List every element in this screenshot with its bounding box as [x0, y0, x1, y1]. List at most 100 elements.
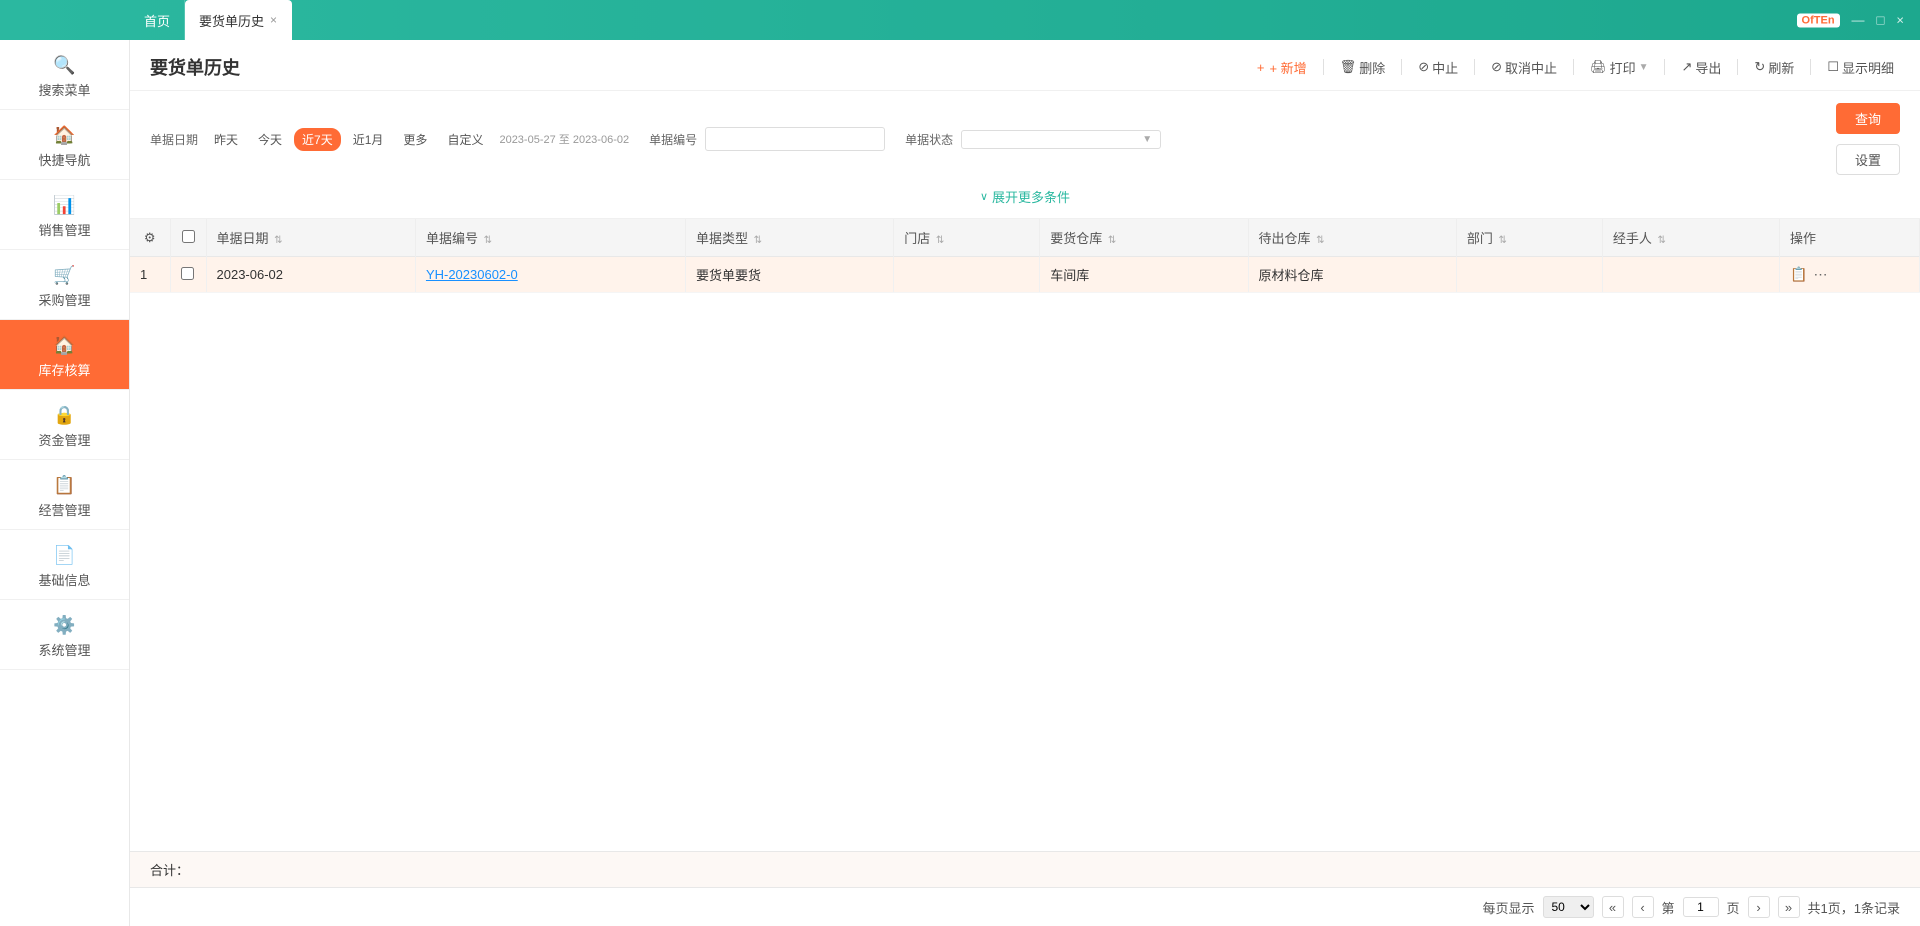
th-actions: 操作 [1780, 219, 1920, 257]
doc-icon: 📄 [54, 544, 76, 566]
th-pending-warehouse[interactable]: 待出仓库 ⇅ [1248, 219, 1456, 257]
status-label: 单据状态 [905, 131, 953, 148]
sidebar-item-search-menu[interactable]: 🔍 搜索菜单 [0, 40, 129, 110]
search-menu-icon: 🔍 [54, 54, 76, 76]
sidebar-item-purchase-mgmt[interactable]: 🛒 采购管理 [0, 250, 129, 320]
sort-icon-doc-type: ⇅ [754, 235, 762, 246]
status-select[interactable]: ▼ [961, 130, 1161, 149]
tab-close-icon[interactable]: × [270, 13, 277, 27]
stop-button[interactable]: ⊘ 中止 [1412, 55, 1464, 80]
td-actions: 📋 ⋯ [1780, 257, 1920, 293]
page-suffix-label: 页 [1727, 898, 1740, 917]
row-checkbox[interactable] [181, 267, 194, 280]
sidebar-item-system-mgmt[interactable]: ⚙️ 系统管理 [0, 600, 129, 670]
toolbar: + + 新增 🗑 删除 ⊘ 中止 ⊘ 取消中止 [1251, 55, 1900, 80]
doc-no-link[interactable]: YH-20230602-0 [426, 267, 518, 282]
filter-row-1: 单据日期 昨天 今天 近7天 近1月 更多 自定义 2023-05-27 至 2… [150, 103, 1900, 175]
sort-icon-dept: ⇅ [1498, 235, 1506, 246]
td-num: 1 [130, 257, 170, 293]
export-icon: ↗ [1681, 59, 1692, 75]
table-footer: 合计： [130, 851, 1920, 887]
date-buttons: 昨天 今天 近7天 近1月 更多 自定义 [206, 128, 491, 151]
delete-button[interactable]: 🗑 删除 [1334, 55, 1392, 80]
minimize-icon[interactable]: — [1852, 13, 1865, 28]
summary-label: 合计： [150, 863, 189, 878]
th-doc-no[interactable]: 单据编号 ⇅ [415, 219, 685, 257]
toolbar-divider-1 [1323, 59, 1324, 75]
expand-more-button[interactable]: ∨ 展开更多条件 [150, 183, 1900, 210]
td-pending-warehouse: 原材料仓库 [1248, 257, 1456, 293]
refresh-button[interactable]: ↻ 刷新 [1748, 55, 1800, 80]
print-dropdown-icon: ▼ [1639, 62, 1649, 73]
th-handler[interactable]: 经手人 ⇅ [1602, 219, 1779, 257]
filter-area: 单据日期 昨天 今天 近7天 近1月 更多 自定义 2023-05-27 至 2… [130, 91, 1920, 219]
refresh-icon: ↻ [1754, 59, 1765, 75]
th-doc-date[interactable]: 单据日期 ⇅ [206, 219, 415, 257]
next-page-button[interactable]: › [1748, 896, 1770, 918]
docno-label: 单据编号 [649, 131, 697, 148]
show-detail-button[interactable]: ☐ 显示明细 [1821, 55, 1900, 80]
date-btn-7days[interactable]: 近7天 [294, 128, 341, 151]
td-doc-no[interactable]: YH-20230602-0 [415, 257, 685, 293]
total-info: 共1页，1条记录 [1808, 898, 1900, 917]
td-req-warehouse: 车间库 [1040, 257, 1248, 293]
th-dept[interactable]: 部门 ⇅ [1456, 219, 1602, 257]
th-store[interactable]: 门店 ⇅ [894, 219, 1040, 257]
last-page-button[interactable]: » [1778, 896, 1800, 918]
data-table: ⚙ 单据日期 ⇅ 单据编号 ⇅ 单据类型 ⇅ 门店 ⇅ 要货仓库 ⇅ 待出仓库 … [130, 219, 1920, 293]
page-prefix-label: 第 [1662, 898, 1675, 917]
toolbar-divider-2 [1401, 59, 1402, 75]
prev-page-button[interactable]: ‹ [1632, 896, 1654, 918]
page-header: 要货单历史 + + 新增 🗑 删除 ⊘ 中止 ⊘ [130, 40, 1920, 91]
docno-filter-group: 单据编号 [649, 127, 885, 151]
date-btn-yesterday[interactable]: 昨天 [206, 128, 246, 151]
first-page-button[interactable]: « [1602, 896, 1624, 918]
query-button[interactable]: 查询 [1836, 103, 1900, 134]
ops-icon: 📋 [54, 474, 76, 496]
print-button[interactable]: 🖨 打印 ▼ [1584, 55, 1654, 80]
sort-icon-doc-no: ⇅ [484, 235, 492, 246]
sidebar: 🔍 搜索菜单 🏠 快捷导航 📊 销售管理 🛒 采购管理 🏠 库存核算 🔒 资金管… [0, 40, 130, 926]
sidebar-item-sales-mgmt[interactable]: 📊 销售管理 [0, 180, 129, 250]
date-btn-custom[interactable]: 自定义 [439, 128, 491, 151]
th-req-warehouse[interactable]: 要货仓库 ⇅ [1040, 219, 1248, 257]
close-window-icon[interactable]: × [1896, 13, 1904, 28]
top-bar-right: OfTEn — □ × [1797, 13, 1904, 28]
tab-requisition-history[interactable]: 要货单历史 × [185, 0, 292, 40]
tab-home[interactable]: 首页 [130, 0, 185, 40]
td-doc-type: 要货单要货 [685, 257, 893, 293]
td-checkbox[interactable] [170, 257, 206, 293]
th-settings[interactable]: ⚙ [130, 219, 170, 257]
sidebar-item-inventory[interactable]: 🏠 库存核算 [0, 320, 129, 390]
cancel-stop-button[interactable]: ⊘ 取消中止 [1485, 55, 1563, 80]
add-icon: + [1257, 60, 1265, 75]
sidebar-item-fund-mgmt[interactable]: 🔒 资金管理 [0, 390, 129, 460]
page-number-input[interactable] [1683, 897, 1719, 917]
sidebar-item-basic-info[interactable]: 📄 基础信息 [0, 530, 129, 600]
home-icon: 🏠 [54, 124, 76, 146]
th-doc-type[interactable]: 单据类型 ⇅ [685, 219, 893, 257]
per-page-select[interactable]: 50 100 200 [1543, 896, 1594, 918]
date-filter-label: 单据日期 [150, 131, 198, 148]
maximize-icon[interactable]: □ [1877, 13, 1885, 28]
table-header-row: ⚙ 单据日期 ⇅ 单据编号 ⇅ 单据类型 ⇅ 门店 ⇅ 要货仓库 ⇅ 待出仓库 … [130, 219, 1920, 257]
page-title: 要货单历史 [150, 54, 240, 80]
docno-input[interactable] [705, 127, 885, 151]
sidebar-item-quick-nav[interactable]: 🏠 快捷导航 [0, 110, 129, 180]
select-all-checkbox[interactable] [182, 230, 195, 243]
setting-button[interactable]: 设置 [1836, 144, 1900, 175]
toolbar-divider-6 [1737, 59, 1738, 75]
sort-icon-handler: ⇅ [1658, 235, 1666, 246]
toolbar-divider-7 [1810, 59, 1811, 75]
date-btn-1month[interactable]: 近1月 [345, 128, 392, 151]
export-button[interactable]: ↗ 导出 [1675, 55, 1727, 80]
sidebar-item-ops-mgmt[interactable]: 📋 经营管理 [0, 460, 129, 530]
date-btn-more[interactable]: 更多 [395, 128, 435, 151]
date-btn-today[interactable]: 今天 [250, 128, 290, 151]
th-checkbox[interactable] [170, 219, 206, 257]
checkbox-detail-icon: ☐ [1827, 59, 1839, 75]
new-button[interactable]: + + 新增 [1251, 55, 1313, 80]
more-action-icon[interactable]: ⋯ [1813, 266, 1827, 283]
view-action-icon[interactable]: 📋 [1790, 266, 1807, 283]
top-bar: 首页 要货单历史 × OfTEn — □ × [0, 0, 1920, 40]
